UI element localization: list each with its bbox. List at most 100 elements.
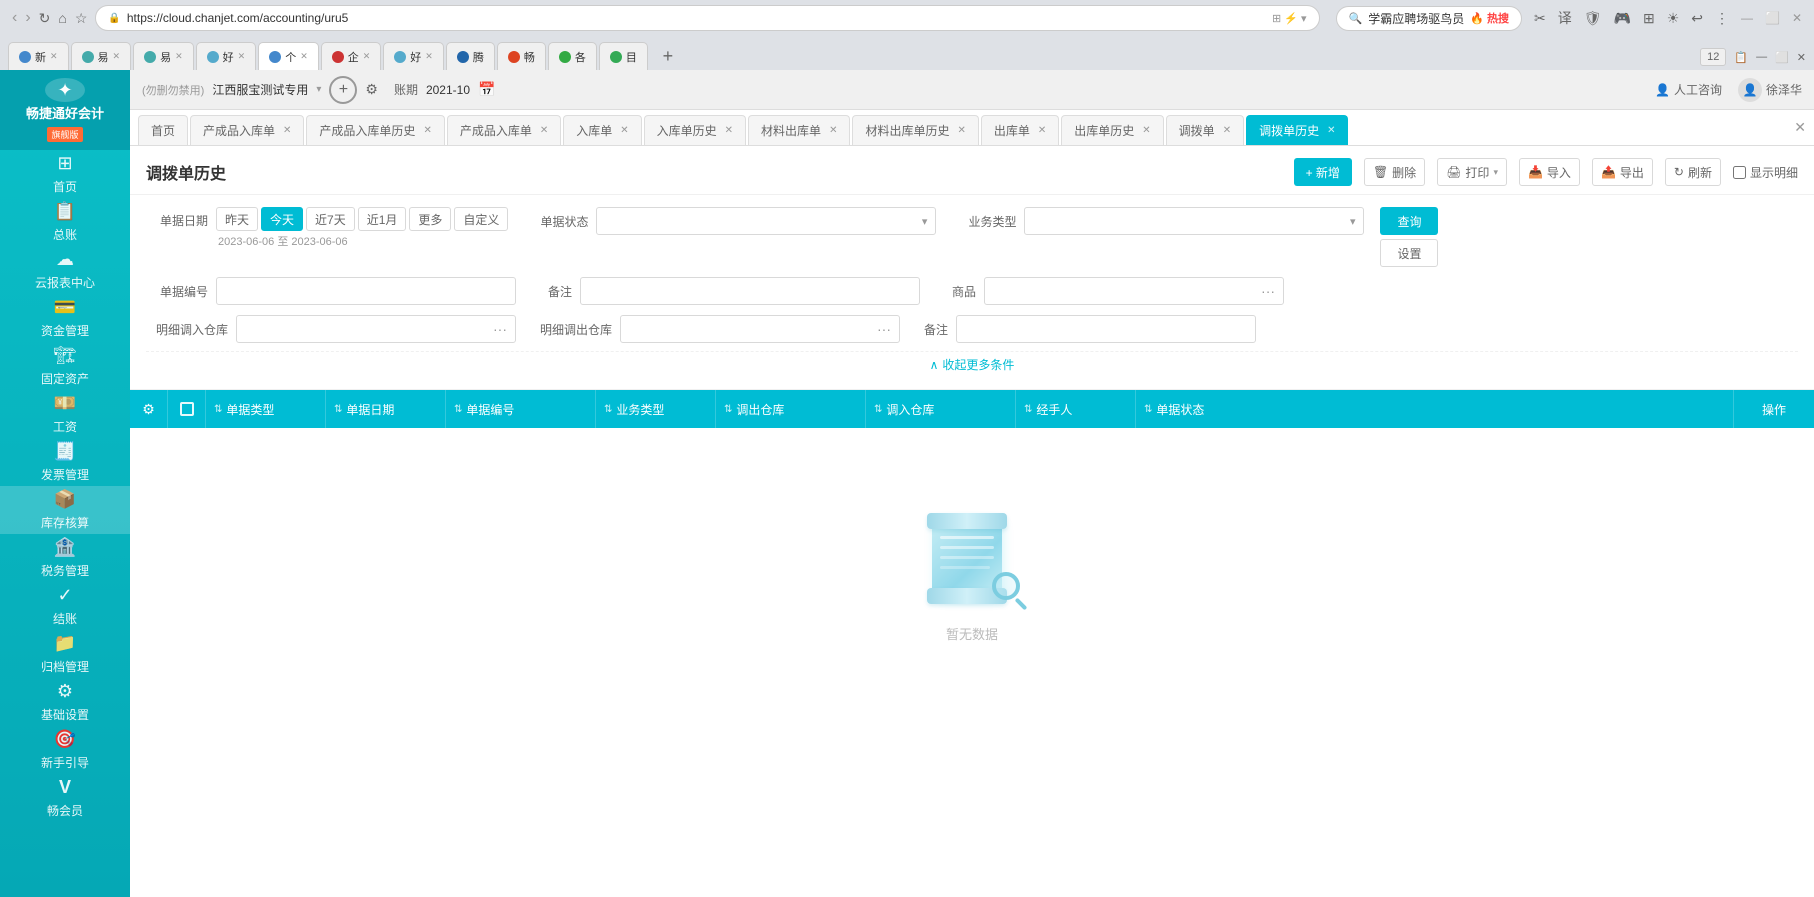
tab-finished-goods-in[interactable]: 产成品入库单 ✕ [190,115,304,145]
search-box[interactable]: 🔍 学霸应聘场驱鸟员 🔥 热搜 [1336,6,1522,31]
sidebar-item-salary[interactable]: 💴 工资 [0,390,130,438]
period-value[interactable]: 2021-10 [426,83,470,97]
th-checkbox[interactable] [168,390,206,428]
select-all-checkbox[interactable] [180,402,194,416]
sidebar-item-home[interactable]: ⊞ 首页 [0,150,130,198]
tab-stock-in[interactable]: 入库单 ✕ [563,115,641,145]
out-warehouse-selector[interactable]: ··· [620,315,900,343]
sidebar-item-tax[interactable]: 🏦 税务管理 [0,534,130,582]
delete-btn[interactable]: 🗑 删除 [1364,158,1425,186]
browser-forward-btn[interactable]: › [25,9,30,27]
browser-tab-7[interactable]: 好✕ [383,42,444,70]
gear-settings-icon[interactable]: ⚙ [365,81,378,98]
sidebar-item-inventory[interactable]: 📦 库存核算 [0,486,130,534]
browser-tab-9[interactable]: 畅 [497,42,546,70]
sidebar-item-ledger[interactable]: 📋 总账 [0,198,130,246]
tools-icon[interactable]: ✂ [1534,10,1546,27]
tab-close-icon-11[interactable]: ✕ [1327,125,1335,136]
th-out-wh[interactable]: ⇅ 调出仓库 [716,390,866,428]
new-tab-btn[interactable]: + [654,42,682,70]
tab-close-icon-6[interactable]: ✕ [829,125,837,136]
tab-close-icon-7[interactable]: ✕ [957,125,965,136]
company-name[interactable]: 江西服宝测试专用 [212,81,308,98]
date-btn-today[interactable]: 今天 [261,207,303,231]
tab-finished-goods-in-history[interactable]: 产成品入库单历史 ✕ [306,115,444,145]
th-biz-type[interactable]: ⇅ 业务类型 [596,390,716,428]
sidebar-item-closing[interactable]: ✓ 结账 [0,582,130,630]
tab-material-out[interactable]: 材料出库单 ✕ [748,115,850,145]
user-avatar[interactable]: 👤 徐泽华 [1738,78,1802,102]
tab-material-out-history[interactable]: 材料出库单历史 ✕ [852,115,978,145]
filter-settings-btn[interactable]: 设置 [1380,239,1438,267]
import-btn[interactable]: 📥 导入 [1519,158,1580,186]
tab-close-icon-4[interactable]: ✕ [620,125,628,136]
date-btn-yesterday[interactable]: 昨天 [216,207,258,231]
th-date[interactable]: ⇅ 单据日期 [326,390,446,428]
browser-tab-11[interactable]: 目 [599,42,648,70]
th-settings[interactable]: ⚙ [130,390,168,428]
tab-stock-out[interactable]: 出库单 ✕ [981,115,1059,145]
sidebar-item-reports[interactable]: ☁ 云报表中心 [0,246,130,294]
table-settings-icon[interactable]: ⚙ [142,401,155,418]
grid-icon[interactable]: ⊞ [1643,10,1655,27]
tab-finished-goods-in-2[interactable]: 产成品入库单 ✕ [447,115,561,145]
browser-home-btn[interactable]: ⌂ [58,10,66,26]
undo-icon[interactable]: ↩ [1691,10,1703,27]
company-dropdown-icon[interactable]: ▾ [316,84,321,95]
remark-input[interactable] [580,277,920,305]
sidebar-item-vip[interactable]: V 畅会员 [0,774,130,822]
th-handler[interactable]: ⇅ 经手人 [1016,390,1136,428]
export-btn[interactable]: 📤 导出 [1592,158,1653,186]
print-btn[interactable]: 🖨 打印 ▾ [1437,158,1507,186]
browser-tab-8[interactable]: 腾 [446,42,495,70]
browser-tab-3[interactable]: 易✕ [133,42,194,70]
new-btn[interactable]: + 新增 [1294,158,1352,186]
sidebar-item-settings[interactable]: ⚙ 基础设置 [0,678,130,726]
browser-address-bar[interactable]: 🔒 https://cloud.chanjet.com/accounting/u… [95,5,1319,31]
browser-star-btn[interactable]: ☆ [75,10,88,27]
sidebar-item-invoice[interactable]: 🧾 发票管理 [0,438,130,486]
refresh-btn[interactable]: ↻ 刷新 [1665,158,1721,186]
date-btn-7days[interactable]: 近7天 [306,207,355,231]
browser-tab-10[interactable]: 各 [548,42,597,70]
tab-close-icon-5[interactable]: ✕ [725,125,733,136]
number-input[interactable] [216,277,516,305]
tab-stock-in-history[interactable]: 入库单历史 ✕ [644,115,746,145]
show-cols-checkbox[interactable]: 显示明细 [1733,164,1798,181]
game-icon[interactable]: 🎮 [1614,10,1631,27]
tab-close-icon-8[interactable]: ✕ [1038,125,1046,136]
sidebar-item-archive[interactable]: 📁 归档管理 [0,630,130,678]
status-select[interactable]: ▾ [596,207,936,235]
shield-icon[interactable]: 🛡 [1584,10,1602,27]
browser-tab-6[interactable]: 企✕ [321,42,382,70]
sidebar-item-funds[interactable]: 💳 资金管理 [0,294,130,342]
browser-tab-2[interactable]: 易✕ [71,42,132,70]
date-btn-more[interactable]: 更多 [409,207,451,231]
goods-selector[interactable]: ··· [984,277,1284,305]
user-service-link[interactable]: 👤 人工咨询 [1655,81,1722,98]
menu-icon[interactable]: ⋮ [1715,10,1729,27]
tab-close-icon-2[interactable]: ✕ [423,125,431,136]
date-btn-custom[interactable]: 自定义 [454,207,508,231]
tab-close-icon-3[interactable]: ✕ [540,125,548,136]
tab-stock-out-history[interactable]: 出库单历史 ✕ [1061,115,1163,145]
browser-tab-4[interactable]: 好✕ [196,42,257,70]
th-type[interactable]: ⇅ 单据类型 [206,390,326,428]
browser-tab-1[interactable]: 新✕ [8,42,69,70]
date-btn-1month[interactable]: 近1月 [358,207,407,231]
close-all-btn[interactable]: ✕ [1786,119,1814,136]
browser-back-btn[interactable]: ‹ [12,9,17,27]
in-warehouse-selector[interactable]: ··· [236,315,516,343]
translate-icon[interactable]: 译 [1558,8,1572,28]
tab-transfer-history[interactable]: 调拨单历史 ✕ [1246,115,1348,145]
tab-close-icon-9[interactable]: ✕ [1142,125,1150,136]
add-company-btn[interactable]: + [329,76,357,104]
biz-type-select[interactable]: ▾ [1024,207,1364,235]
sidebar-item-guide[interactable]: 🎯 新手引导 [0,726,130,774]
th-in-wh[interactable]: ⇅ 调入仓库 [866,390,1016,428]
calendar-icon[interactable]: 📅 [478,81,495,98]
th-number[interactable]: ⇅ 单据编号 [446,390,596,428]
collapse-btn[interactable]: ∧ 收起更多条件 [930,356,1015,373]
tab-home[interactable]: 首页 [138,115,188,145]
tab-close-icon[interactable]: ✕ [283,125,291,136]
